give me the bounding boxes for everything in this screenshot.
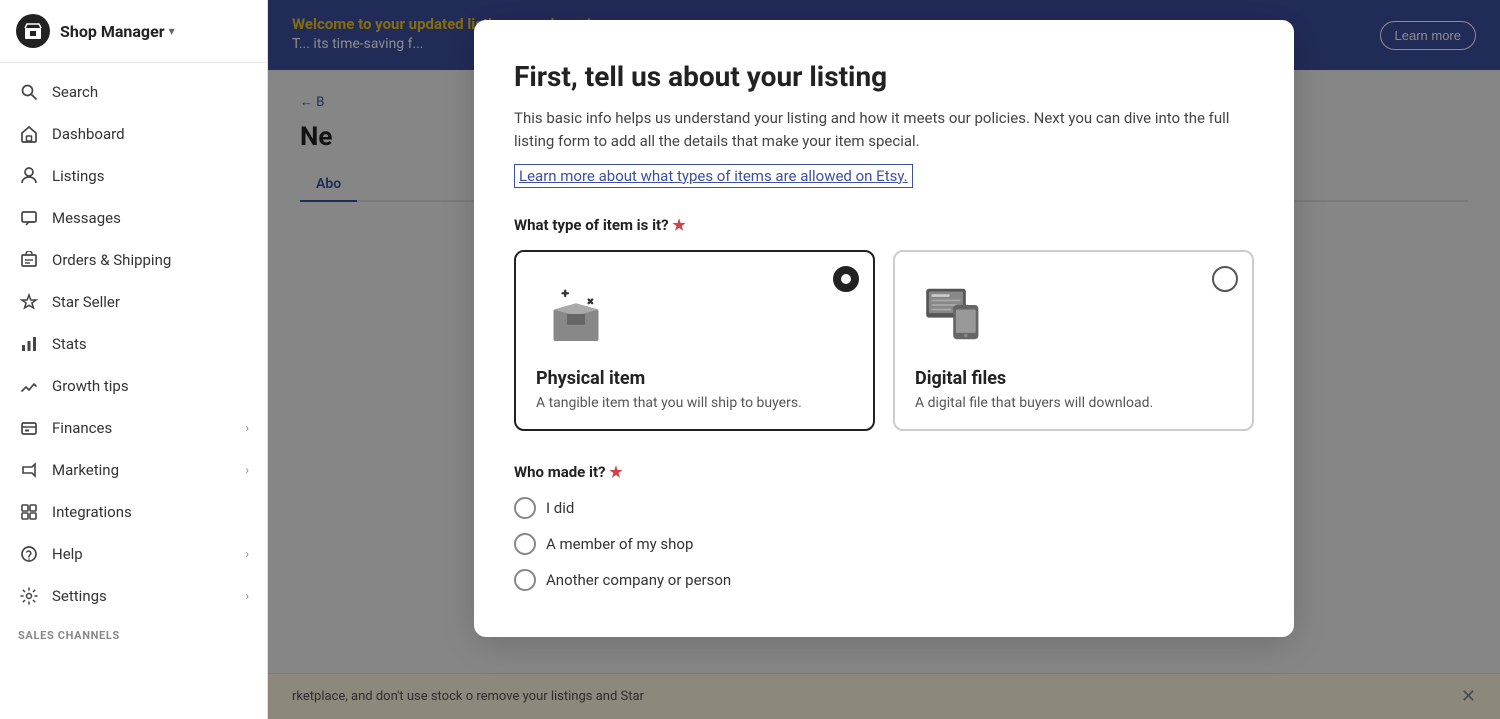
digital-item-icon [915, 274, 995, 354]
modal-overlay[interactable]: First, tell us about your listing This b… [268, 0, 1500, 719]
sidebar-item-label: Help [52, 545, 245, 563]
chevron-right-icon: › [245, 421, 249, 435]
modal-title: First, tell us about your listing [514, 60, 1254, 93]
search-icon [18, 81, 40, 103]
digital-radio[interactable] [1212, 266, 1238, 292]
sidebar: Shop Manager ▾ Search Dashboard Listings [0, 0, 268, 719]
integrations-icon [18, 501, 40, 523]
chevron-right-icon: › [245, 547, 249, 561]
sidebar-item-label: Dashboard [52, 125, 249, 143]
sidebar-item-growth-tips[interactable]: Growth tips [0, 365, 267, 407]
listings-icon [18, 165, 40, 187]
orders-icon [18, 249, 40, 271]
sidebar-item-integrations[interactable]: Integrations [0, 491, 267, 533]
who-made-i-did[interactable]: I did [514, 497, 1254, 519]
item-type-question-text: What type of item is it? [514, 216, 669, 234]
who-made-i-did-label: I did [546, 499, 574, 517]
sidebar-item-help[interactable]: Help › [0, 533, 267, 575]
sidebar-nav: Search Dashboard Listings Messages [0, 63, 267, 654]
sidebar-chevron-icon: ▾ [169, 24, 175, 38]
sidebar-item-label: Listings [52, 167, 249, 185]
sidebar-item-label: Marketing [52, 461, 245, 479]
who-made-question: Who made it? ★ [514, 463, 1254, 481]
digital-item-card[interactable]: Digital files A digital file that buyers… [893, 250, 1254, 431]
sidebar-item-messages[interactable]: Messages [0, 197, 267, 239]
physical-item-name: Physical item [536, 368, 853, 389]
radio-member[interactable] [514, 533, 536, 555]
sidebar-item-label: Settings [52, 587, 245, 605]
modal-description: This basic info helps us understand your… [514, 107, 1254, 154]
chevron-right-icon: › [245, 463, 249, 477]
home-icon [18, 123, 40, 145]
sidebar-item-finances[interactable]: Finances › [0, 407, 267, 449]
sidebar-item-label: Integrations [52, 503, 249, 521]
listing-modal: First, tell us about your listing This b… [474, 20, 1294, 637]
radio-another[interactable] [514, 569, 536, 591]
who-made-another-label: Another company or person [546, 571, 731, 589]
etsy-policy-link[interactable]: Learn more about what types of items are… [514, 164, 913, 188]
sidebar-item-marketing[interactable]: Marketing › [0, 449, 267, 491]
messages-icon [18, 207, 40, 229]
help-icon [18, 543, 40, 565]
star-icon [18, 291, 40, 313]
sidebar-item-label: Orders & Shipping [52, 251, 249, 269]
sidebar-item-star-seller[interactable]: Star Seller [0, 281, 267, 323]
item-type-question: What type of item is it? ★ [514, 216, 1254, 234]
sidebar-item-listings[interactable]: Listings [0, 155, 267, 197]
marketing-icon [18, 459, 40, 481]
physical-radio[interactable] [833, 266, 859, 292]
chevron-right-icon: › [245, 589, 249, 603]
settings-icon [18, 585, 40, 607]
sidebar-item-label: Stats [52, 335, 249, 353]
sidebar-item-label: Growth tips [52, 377, 249, 395]
who-made-question-text: Who made it? [514, 463, 606, 481]
required-star: ★ [672, 216, 685, 234]
physical-item-icon [536, 274, 616, 354]
sales-channels-label: SALES CHANNELS [0, 617, 267, 646]
sidebar-item-search[interactable]: Search [0, 71, 267, 113]
physical-item-card[interactable]: Physical item A tangible item that you w… [514, 250, 875, 431]
sidebar-item-label: Star Seller [52, 293, 249, 311]
digital-item-name: Digital files [915, 368, 1232, 389]
sidebar-item-stats[interactable]: Stats [0, 323, 267, 365]
who-made-member-label: A member of my shop [546, 535, 693, 553]
digital-item-desc: A digital file that buyers will download… [915, 395, 1232, 411]
stats-icon [18, 333, 40, 355]
physical-item-desc: A tangible item that you will ship to bu… [536, 395, 853, 411]
who-made-another[interactable]: Another company or person [514, 569, 1254, 591]
sidebar-title: Shop Manager [60, 22, 165, 41]
sidebar-item-dashboard[interactable]: Dashboard [0, 113, 267, 155]
radio-i-did[interactable] [514, 497, 536, 519]
sidebar-item-orders-shipping[interactable]: Orders & Shipping [0, 239, 267, 281]
who-made-member[interactable]: A member of my shop [514, 533, 1254, 555]
sidebar-item-settings[interactable]: Settings › [0, 575, 267, 617]
item-type-options: Physical item A tangible item that you w… [514, 250, 1254, 431]
finances-icon [18, 417, 40, 439]
shop-manager-header[interactable]: Shop Manager ▾ [0, 0, 267, 63]
required-star-2: ★ [609, 463, 622, 481]
sidebar-item-label: Finances [52, 419, 245, 437]
sidebar-item-label: Search [52, 83, 249, 101]
sidebar-item-label: Messages [52, 209, 249, 227]
shop-logo [16, 14, 50, 48]
growth-icon [18, 375, 40, 397]
